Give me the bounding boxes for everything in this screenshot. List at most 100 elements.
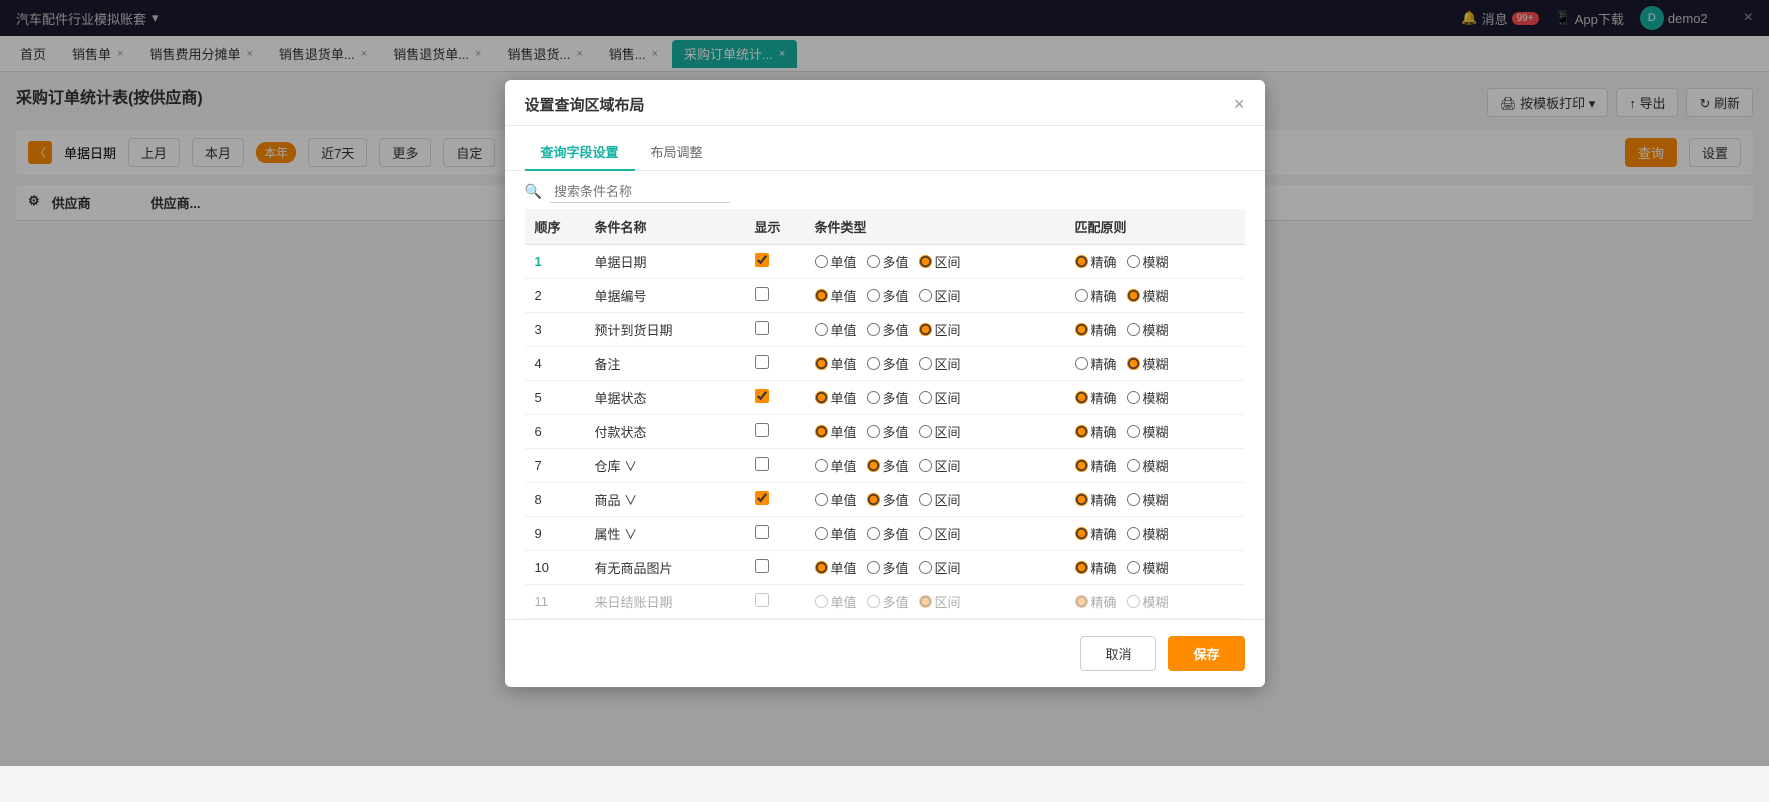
display-checkbox[interactable]: [755, 423, 769, 437]
match-radio-item[interactable]: 模糊: [1127, 354, 1169, 373]
cell-display: [745, 244, 805, 278]
match-radio-item[interactable]: 模糊: [1127, 490, 1169, 509]
col-name: 条件名称: [585, 209, 745, 245]
type-radio-item[interactable]: 区间: [919, 354, 961, 373]
cell-name: 属性 ∨: [585, 516, 745, 550]
tab-query-fields[interactable]: 查询字段设置: [525, 136, 635, 171]
match-radio-item[interactable]: 模糊: [1127, 388, 1169, 407]
dialog-table-wrap: 顺序 条件名称 显示 条件类型 匹配原则 1单据日期单值多值区间精确模糊2单据编…: [525, 209, 1245, 619]
type-radio-item[interactable]: 区间: [919, 286, 961, 305]
cell-display: [745, 414, 805, 448]
cell-type: 单值多值区间: [805, 482, 1065, 516]
match-radio-item[interactable]: 精确: [1075, 252, 1117, 271]
type-radio-item[interactable]: 单值: [815, 252, 857, 271]
order-number: 9: [535, 526, 542, 541]
cell-order: 3: [525, 312, 585, 346]
type-radio-item[interactable]: 区间: [919, 320, 961, 339]
match-radio-item[interactable]: 精确: [1075, 422, 1117, 441]
order-number: 5: [535, 390, 542, 405]
match-radio-item[interactable]: 模糊: [1127, 252, 1169, 271]
display-checkbox[interactable]: [755, 389, 769, 403]
match-radio-item[interactable]: 精确: [1075, 592, 1117, 611]
type-radio-item[interactable]: 单值: [815, 388, 857, 407]
cell-match: 精确模糊: [1065, 414, 1245, 448]
type-radio-item[interactable]: 单值: [815, 320, 857, 339]
table-row: 9属性 ∨单值多值区间精确模糊: [525, 516, 1245, 550]
cell-match: 精确模糊: [1065, 448, 1245, 482]
match-radio-item[interactable]: 模糊: [1127, 422, 1169, 441]
cell-type: 单值多值区间: [805, 516, 1065, 550]
type-radio-item[interactable]: 单值: [815, 524, 857, 543]
match-radio-item[interactable]: 精确: [1075, 286, 1117, 305]
match-radio-item[interactable]: 精确: [1075, 490, 1117, 509]
type-radio-item[interactable]: 区间: [919, 558, 961, 577]
type-radio-item[interactable]: 多值: [867, 320, 909, 339]
search-input[interactable]: [550, 181, 730, 203]
display-checkbox[interactable]: [755, 457, 769, 471]
type-radio-item[interactable]: 区间: [919, 524, 961, 543]
cancel-button[interactable]: 取消: [1080, 636, 1156, 671]
display-checkbox[interactable]: [755, 491, 769, 505]
table-row: 3预计到货日期单值多值区间精确模糊: [525, 312, 1245, 346]
match-radio-item[interactable]: 精确: [1075, 388, 1117, 407]
type-radio-item[interactable]: 单值: [815, 286, 857, 305]
type-radio-item[interactable]: 多值: [867, 592, 909, 611]
type-radio-item[interactable]: 多值: [867, 422, 909, 441]
display-checkbox[interactable]: [755, 321, 769, 335]
match-radio-item[interactable]: 模糊: [1127, 286, 1169, 305]
display-checkbox[interactable]: [755, 253, 769, 267]
cell-type: 单值多值区间: [805, 584, 1065, 618]
tab-layout-adjust[interactable]: 布局调整: [635, 136, 719, 171]
match-radio-item[interactable]: 精确: [1075, 558, 1117, 577]
type-radio-item[interactable]: 区间: [919, 592, 961, 611]
display-checkbox[interactable]: [755, 355, 769, 369]
match-radio-item[interactable]: 精确: [1075, 456, 1117, 475]
type-radio-item[interactable]: 区间: [919, 388, 961, 407]
table-header-row: 顺序 条件名称 显示 条件类型 匹配原则: [525, 209, 1245, 245]
display-checkbox[interactable]: [755, 593, 769, 607]
type-radio-item[interactable]: 多值: [867, 252, 909, 271]
type-radio-item[interactable]: 区间: [919, 422, 961, 441]
type-radio-item[interactable]: 多值: [867, 456, 909, 475]
display-checkbox[interactable]: [755, 525, 769, 539]
dialog-search-area: 🔍: [505, 171, 1265, 209]
type-radio-item[interactable]: 区间: [919, 456, 961, 475]
conditions-table: 顺序 条件名称 显示 条件类型 匹配原则 1单据日期单值多值区间精确模糊2单据编…: [525, 209, 1245, 619]
type-radio-item[interactable]: 单值: [815, 592, 857, 611]
match-radio-item[interactable]: 模糊: [1127, 558, 1169, 577]
cell-match: 精确模糊: [1065, 312, 1245, 346]
cell-match: 精确模糊: [1065, 380, 1245, 414]
match-radio-item[interactable]: 精确: [1075, 524, 1117, 543]
match-radio-item[interactable]: 模糊: [1127, 320, 1169, 339]
type-radio-item[interactable]: 单值: [815, 422, 857, 441]
cell-display: [745, 346, 805, 380]
type-radio-item[interactable]: 多值: [867, 490, 909, 509]
match-radio-item[interactable]: 模糊: [1127, 592, 1169, 611]
display-checkbox[interactable]: [755, 287, 769, 301]
type-radio-item[interactable]: 多值: [867, 354, 909, 373]
type-radio-item[interactable]: 区间: [919, 490, 961, 509]
type-radio-item[interactable]: 多值: [867, 286, 909, 305]
type-radio-item[interactable]: 单值: [815, 456, 857, 475]
cell-order: 5: [525, 380, 585, 414]
type-radio-item[interactable]: 单值: [815, 354, 857, 373]
display-checkbox[interactable]: [755, 559, 769, 573]
type-radio-item[interactable]: 多值: [867, 524, 909, 543]
dialog-overlay: 设置查询区域布局 × 查询字段设置 布局调整 🔍 顺序 条件名称: [0, 0, 1769, 766]
cell-type: 单值多值区间: [805, 346, 1065, 380]
match-radio-item[interactable]: 模糊: [1127, 456, 1169, 475]
match-radio-item[interactable]: 模糊: [1127, 524, 1169, 543]
match-radio-item[interactable]: 精确: [1075, 320, 1117, 339]
order-number: 1: [535, 254, 542, 269]
dialog-close-button[interactable]: ×: [1234, 94, 1245, 115]
table-row: 4备注单值多值区间精确模糊: [525, 346, 1245, 380]
type-radio-item[interactable]: 单值: [815, 558, 857, 577]
type-radio-item[interactable]: 单值: [815, 490, 857, 509]
save-button[interactable]: 保存: [1168, 636, 1244, 671]
type-radio-item[interactable]: 多值: [867, 388, 909, 407]
cell-name: 商品 ∨: [585, 482, 745, 516]
cell-type: 单值多值区间: [805, 380, 1065, 414]
type-radio-item[interactable]: 区间: [919, 252, 961, 271]
match-radio-item[interactable]: 精确: [1075, 354, 1117, 373]
type-radio-item[interactable]: 多值: [867, 558, 909, 577]
